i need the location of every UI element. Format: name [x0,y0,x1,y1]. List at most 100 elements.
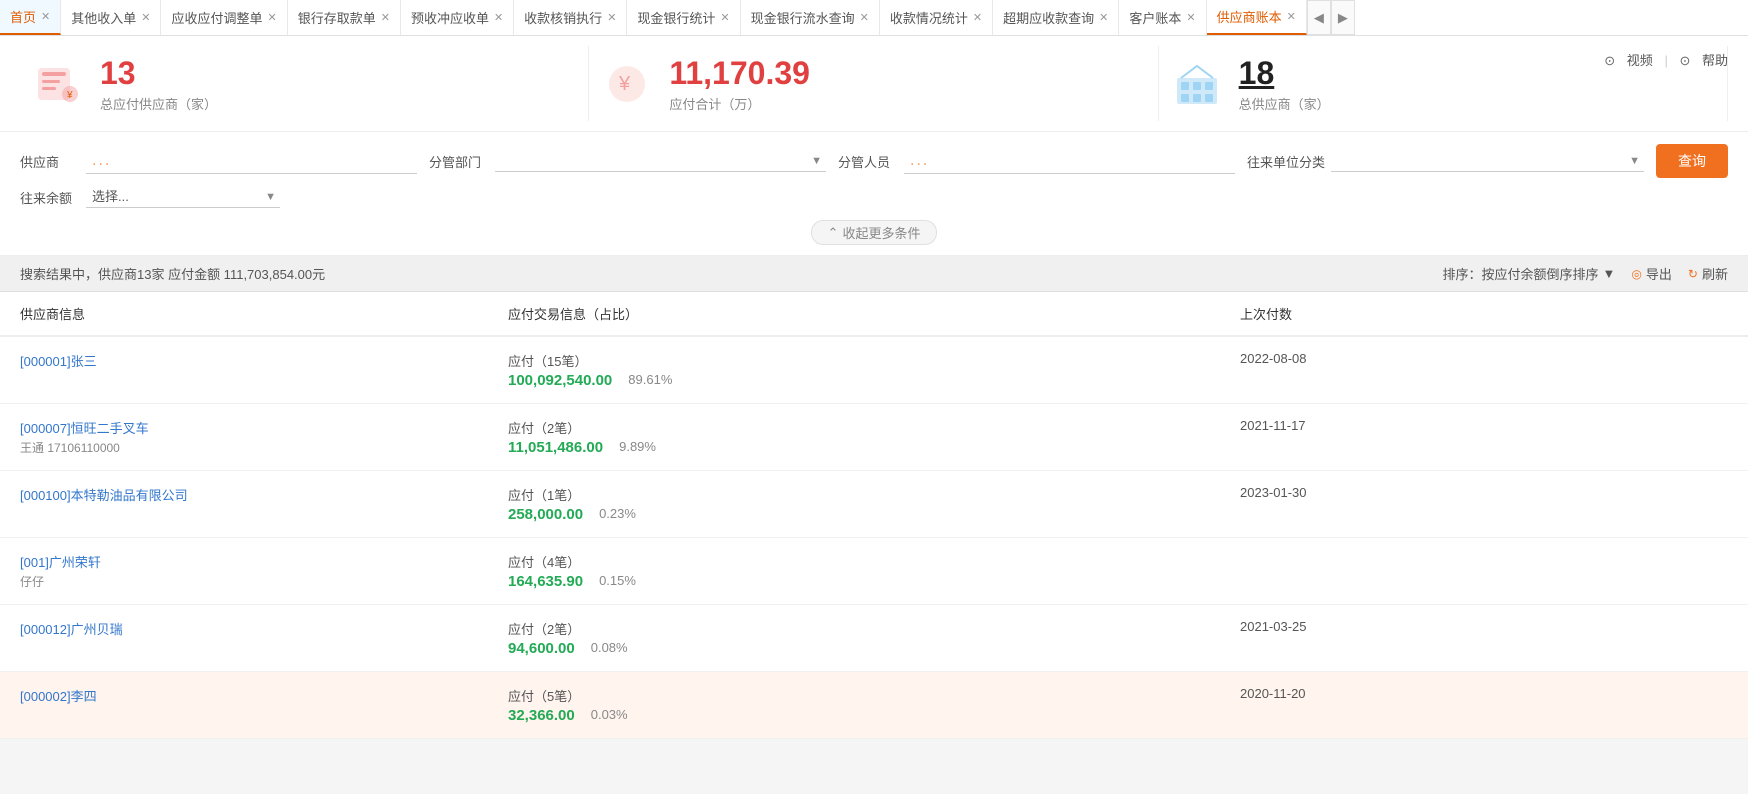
tab-home[interactable]: 首页 ✕ [0,0,61,35]
dept-label: 分管部门 [429,152,489,171]
tab-bank-deposit-close[interactable]: ✕ [381,11,390,24]
payable-amount-label: 应付合计（万） [669,94,810,113]
transaction-info-4: 应付（2笔） 94,600.00 0.08% [508,619,1240,657]
tab-supplier-ledger-close[interactable]: ✕ [1287,10,1296,23]
category-select[interactable] [1331,150,1644,171]
tx-row-0: 100,092,540.00 89.61% [508,370,1240,389]
tab-cash-bank-stat[interactable]: 现金银行统计 ✕ [627,0,740,35]
table-header: 供应商信息 应付交易信息（占比） 上次付数 [0,292,1748,337]
tab-customer-ledger-close[interactable]: ✕ [1186,11,1195,24]
payable-amount-value: 11,170.39 [669,54,810,92]
table-row[interactable]: [000100]本特勒油品有限公司 应付（1笔） 258,000.00 0.23… [0,471,1748,538]
tab-prepay-ar-close[interactable]: ✕ [494,11,503,24]
sort-dropdown-icon: ▼ [1603,266,1616,281]
tx-percent-2: 0.23% [599,506,636,521]
lastpay-date-5: 2020-11-20 [1240,686,1306,701]
category-label: 往来单位分类 [1247,152,1325,171]
tx-row-3: 164,635.90 0.15% [508,571,1240,590]
tx-label-1: 应付（2笔） [508,418,1240,437]
tx-label-3: 应付（4笔） [508,552,1240,571]
export-icon: ◎ [1631,267,1641,281]
nav-prev-button[interactable]: ◀ [1307,0,1331,35]
tx-label-0: 应付（15笔） [508,351,1240,370]
table-row[interactable]: [000012]广州贝瑞 应付（2笔） 94,600.00 0.08% 2021… [0,605,1748,672]
top-navigation: 首页 ✕ 其他收入单 ✕ 应收应付调整单 ✕ 银行存取款单 ✕ 预收冲应收单 ✕… [0,0,1748,36]
supplier-sub-3: 仔仔 [20,573,508,590]
help-link[interactable]: 帮助 [1702,53,1728,68]
supplier-input[interactable] [86,149,417,174]
table-row[interactable]: [000001]张三 应付（15笔） 100,092,540.00 89.61%… [0,337,1748,404]
supplier-label: 供应商 [20,152,80,171]
transaction-info-5: 应付（5笔） 32,366.00 0.03% [508,686,1240,724]
tab-cash-bank-stat-label: 现金银行统计 [637,8,715,27]
table-row[interactable]: [000002]李四 应付（5笔） 32,366.00 0.03% 2020-1… [0,672,1748,739]
supplier-info-5: [000002]李四 [20,686,508,705]
supplier-link-1[interactable]: [000007]恒旺二手叉车 [20,421,149,436]
dept-filter: 分管部门 ▼ [429,150,826,172]
person-input[interactable] [904,149,1235,174]
tab-other-income[interactable]: 其他收入单 ✕ [61,0,161,35]
tab-supplier-ledger[interactable]: 供应商账本 ✕ [1207,0,1307,35]
total-suppliers-text: 18 总供应商（家） [1239,54,1330,113]
payable-suppliers-count: 13 [100,54,217,92]
lastpay-date-0: 2022-08-08 [1240,351,1307,366]
tab-ar-ap-adjust[interactable]: 应收应付调整单 ✕ [161,0,287,35]
top-right-links: ⊙ 视频 | ⊙ 帮助 [1596,50,1728,69]
total-suppliers-icon [1169,56,1225,112]
col-supplier-header: 供应商信息 [20,304,508,323]
tab-cash-bank-flow[interactable]: 现金银行流水查询 ✕ [741,0,880,35]
supplier-link-2[interactable]: [000100]本特勒油品有限公司 [20,488,188,503]
export-label: 导出 [1646,264,1672,283]
tx-amount-5: 32,366.00 [508,707,575,724]
tab-receipt-stat-close[interactable]: ✕ [973,11,982,24]
refresh-button[interactable]: ↻ 刷新 [1688,264,1728,283]
supplier-link-3[interactable]: [001]广州荣轩 [20,555,101,570]
supplier-info-0: [000001]张三 [20,351,508,370]
collapse-bar: ⌃ 收起更多条件 [20,216,1728,247]
tab-overdue-ar[interactable]: 超期应收款查询 ✕ [993,0,1119,35]
video-link[interactable]: 视频 [1627,53,1653,68]
payable-amount-card: ¥ 11,170.39 应付合计（万） [589,46,1158,121]
payable-amount-icon: ¥ [599,56,655,112]
tx-label-5: 应付（5笔） [508,686,1240,705]
supplier-link-4[interactable]: [000012]广州贝瑞 [20,622,123,637]
tab-supplier-ledger-label: 供应商账本 [1217,7,1282,26]
tab-overdue-ar-close[interactable]: ✕ [1099,11,1108,24]
tab-bank-deposit[interactable]: 银行存取款单 ✕ [288,0,401,35]
supplier-link-0[interactable]: [000001]张三 [20,354,97,369]
result-actions: 排序：按应付余额倒序排序 ▼ ◎ 导出 ↻ 刷新 [1443,264,1728,283]
tab-other-income-close[interactable]: ✕ [141,11,150,24]
balance-label: 往来余额 [20,188,80,207]
col-transaction-header: 应付交易信息（占比） [508,304,1240,323]
tab-receipt-write-off[interactable]: 收款核销执行 ✕ [514,0,627,35]
tx-label-2: 应付（1笔） [508,485,1240,504]
tab-home-label: 首页 [10,7,36,26]
tab-prepay-ar[interactable]: 预收冲应收单 ✕ [401,0,514,35]
nav-next-button[interactable]: ▶ [1331,0,1355,35]
tab-cash-bank-stat-close[interactable]: ✕ [720,11,729,24]
lastpay-2: 2023-01-30 [1240,485,1728,500]
tab-ar-ap-adjust-close[interactable]: ✕ [267,11,276,24]
tab-customer-ledger[interactable]: 客户账本 ✕ [1119,0,1206,35]
supplier-link-5[interactable]: [000002]李四 [20,689,97,704]
tx-amount-3: 164,635.90 [508,573,583,590]
tx-row-2: 258,000.00 0.23% [508,504,1240,523]
collapse-button[interactable]: ⌃ 收起更多条件 [811,220,938,245]
dept-select[interactable] [495,150,826,171]
sort-control[interactable]: 排序：按应付余额倒序排序 ▼ [1443,264,1616,283]
tx-percent-5: 0.03% [591,707,628,722]
tab-receipt-write-off-close[interactable]: ✕ [607,11,616,24]
table-row[interactable]: [000007]恒旺二手叉车 王通 17106110000 应付（2笔） 11,… [0,404,1748,471]
tab-receipt-stat-label: 收款情况统计 [890,8,968,27]
query-button[interactable]: 查询 [1656,144,1728,178]
payable-amount-text: 11,170.39 应付合计（万） [669,54,810,113]
export-button[interactable]: ◎ 导出 [1631,264,1672,283]
table-row[interactable]: [001]广州荣轩 仔仔 应付（4笔） 164,635.90 0.15% [0,538,1748,605]
supplier-info-4: [000012]广州贝瑞 [20,619,508,638]
tab-cash-bank-flow-close[interactable]: ✕ [860,11,869,24]
svg-text:¥: ¥ [66,90,73,101]
lastpay-date-2: 2023-01-30 [1240,485,1307,500]
tab-home-close[interactable]: ✕ [41,10,50,23]
tab-receipt-stat[interactable]: 收款情况统计 ✕ [880,0,993,35]
balance-select[interactable]: 选择... [86,186,280,207]
